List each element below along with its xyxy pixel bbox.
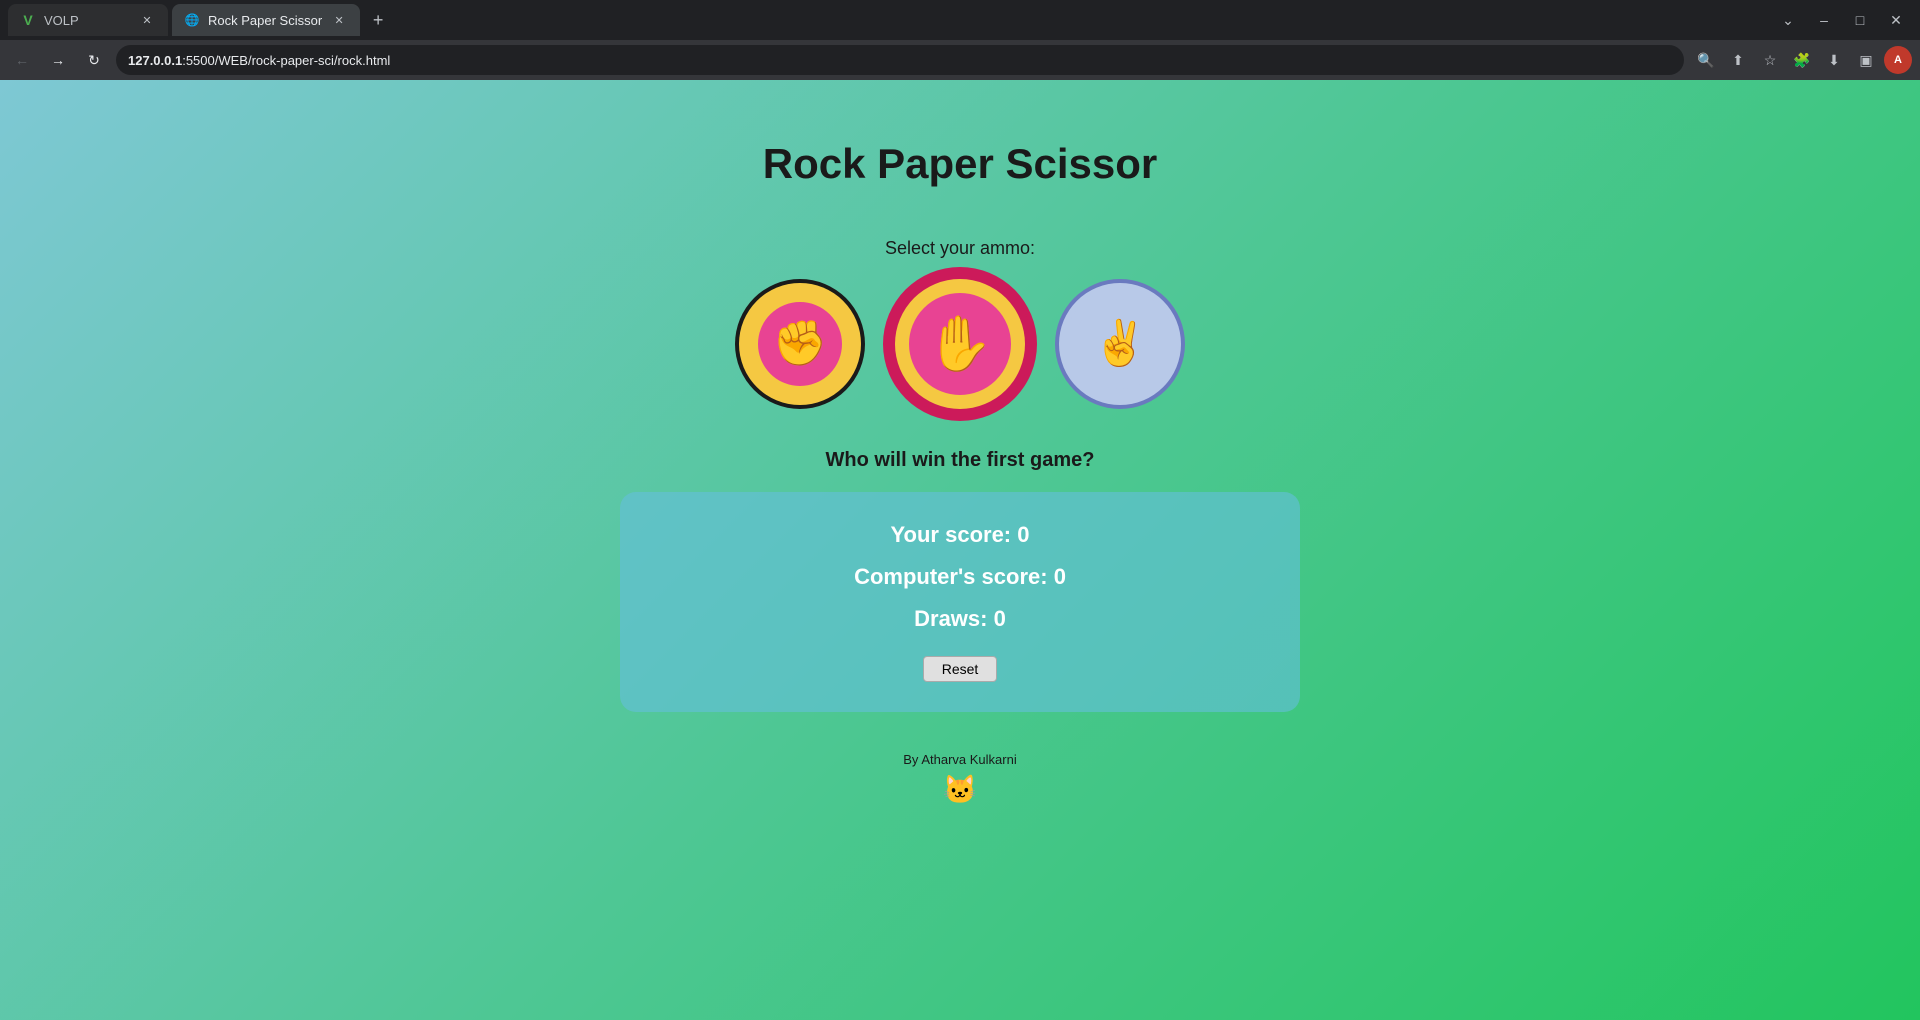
profile-avatar[interactable]: A — [1884, 46, 1912, 74]
computer-score-line: Computer's score: 0 — [680, 564, 1240, 590]
address-right-icons: 🔍 ⬆ ☆ 🧩 ⬇ ▣ A — [1692, 46, 1912, 74]
tab-volp[interactable]: V VOLP ✕ — [8, 4, 168, 36]
volp-favicon: V — [20, 12, 36, 28]
scissors-inner: ✌️ — [1075, 299, 1165, 389]
footer: By Atharva Kulkarni 🐱 — [903, 752, 1016, 806]
browser-chrome: V VOLP ✕ 🌐 Rock Paper Scissor ✕ + ⌄ – □ … — [0, 0, 1920, 80]
reset-button[interactable]: Reset — [923, 656, 998, 682]
tab-rps-close[interactable]: ✕ — [330, 11, 348, 29]
your-score-line: Your score: 0 — [680, 522, 1240, 548]
url-bar[interactable]: 127.0.0.1:5500/WEB/rock-paper-sci/rock.h… — [116, 45, 1684, 75]
close-button[interactable]: ✕ — [1880, 4, 1912, 36]
scissors-button[interactable]: ✌️ — [1065, 289, 1175, 399]
tab-volp-close[interactable]: ✕ — [138, 11, 156, 29]
url-path: :5500/WEB/rock-paper-sci/rock.html — [182, 53, 390, 68]
tab-rps[interactable]: 🌐 Rock Paper Scissor ✕ — [172, 4, 360, 36]
back-button[interactable]: ← — [8, 46, 36, 74]
forward-button[interactable]: → — [44, 46, 72, 74]
choices-row: ✊ ✋ ✌️ — [745, 279, 1175, 409]
maximize-button[interactable]: □ — [1844, 4, 1876, 36]
refresh-button[interactable]: ↻ — [80, 46, 108, 74]
sidebar-icon[interactable]: ▣ — [1852, 46, 1880, 74]
your-score-label: Your score: — [891, 522, 1012, 547]
game-page: Rock Paper Scissor Select your ammo: ✊ ✋… — [0, 80, 1920, 1020]
tab-search-button[interactable]: ⌄ — [1772, 4, 1804, 36]
scissors-icon: ✌️ — [1093, 322, 1148, 366]
tab-bar-right: ⌄ – □ ✕ — [1772, 4, 1912, 36]
tab-rps-label: Rock Paper Scissor — [208, 13, 322, 28]
search-icon[interactable]: 🔍 — [1692, 46, 1720, 74]
draws-line: Draws: 0 — [680, 606, 1240, 632]
extensions-icon[interactable]: 🧩 — [1788, 46, 1816, 74]
new-tab-button[interactable]: + — [364, 6, 392, 34]
bookmark-icon[interactable]: ☆ — [1756, 46, 1784, 74]
tab-volp-label: VOLP — [44, 13, 130, 28]
rps-favicon: 🌐 — [184, 12, 200, 28]
rock-button[interactable]: ✊ — [745, 289, 855, 399]
url-host: 127.0.0.1 — [128, 53, 182, 68]
question-text: Who will win the first game? — [826, 449, 1095, 472]
paper-inner: ✋ — [905, 289, 1015, 399]
draws-label: Draws: — [914, 606, 987, 631]
url-display: 127.0.0.1:5500/WEB/rock-paper-sci/rock.h… — [128, 53, 390, 68]
download-icon[interactable]: ⬇ — [1820, 46, 1848, 74]
scoreboard: Your score: 0 Computer's score: 0 Draws:… — [620, 492, 1300, 712]
paper-button[interactable]: ✋ — [895, 279, 1025, 409]
address-bar: ← → ↻ 127.0.0.1:5500/WEB/rock-paper-sci/… — [0, 40, 1920, 80]
computer-score-label: Computer's score: — [854, 564, 1048, 589]
footer-by-text: By Atharva Kulkarni — [903, 752, 1016, 767]
minimize-button[interactable]: – — [1808, 4, 1840, 36]
page-title: Rock Paper Scissor — [763, 140, 1158, 188]
your-score-value: 0 — [1017, 522, 1029, 547]
share-icon[interactable]: ⬆ — [1724, 46, 1752, 74]
github-icon[interactable]: 🐱 — [903, 773, 1016, 806]
computer-score-value: 0 — [1054, 564, 1066, 589]
draws-value: 0 — [994, 606, 1006, 631]
paper-icon: ✋ — [926, 317, 993, 371]
select-ammo-label: Select your ammo: — [885, 238, 1035, 259]
rock-inner: ✊ — [755, 299, 845, 389]
rock-icon: ✊ — [773, 322, 828, 366]
tab-bar: V VOLP ✕ 🌐 Rock Paper Scissor ✕ + ⌄ – □ … — [0, 0, 1920, 40]
